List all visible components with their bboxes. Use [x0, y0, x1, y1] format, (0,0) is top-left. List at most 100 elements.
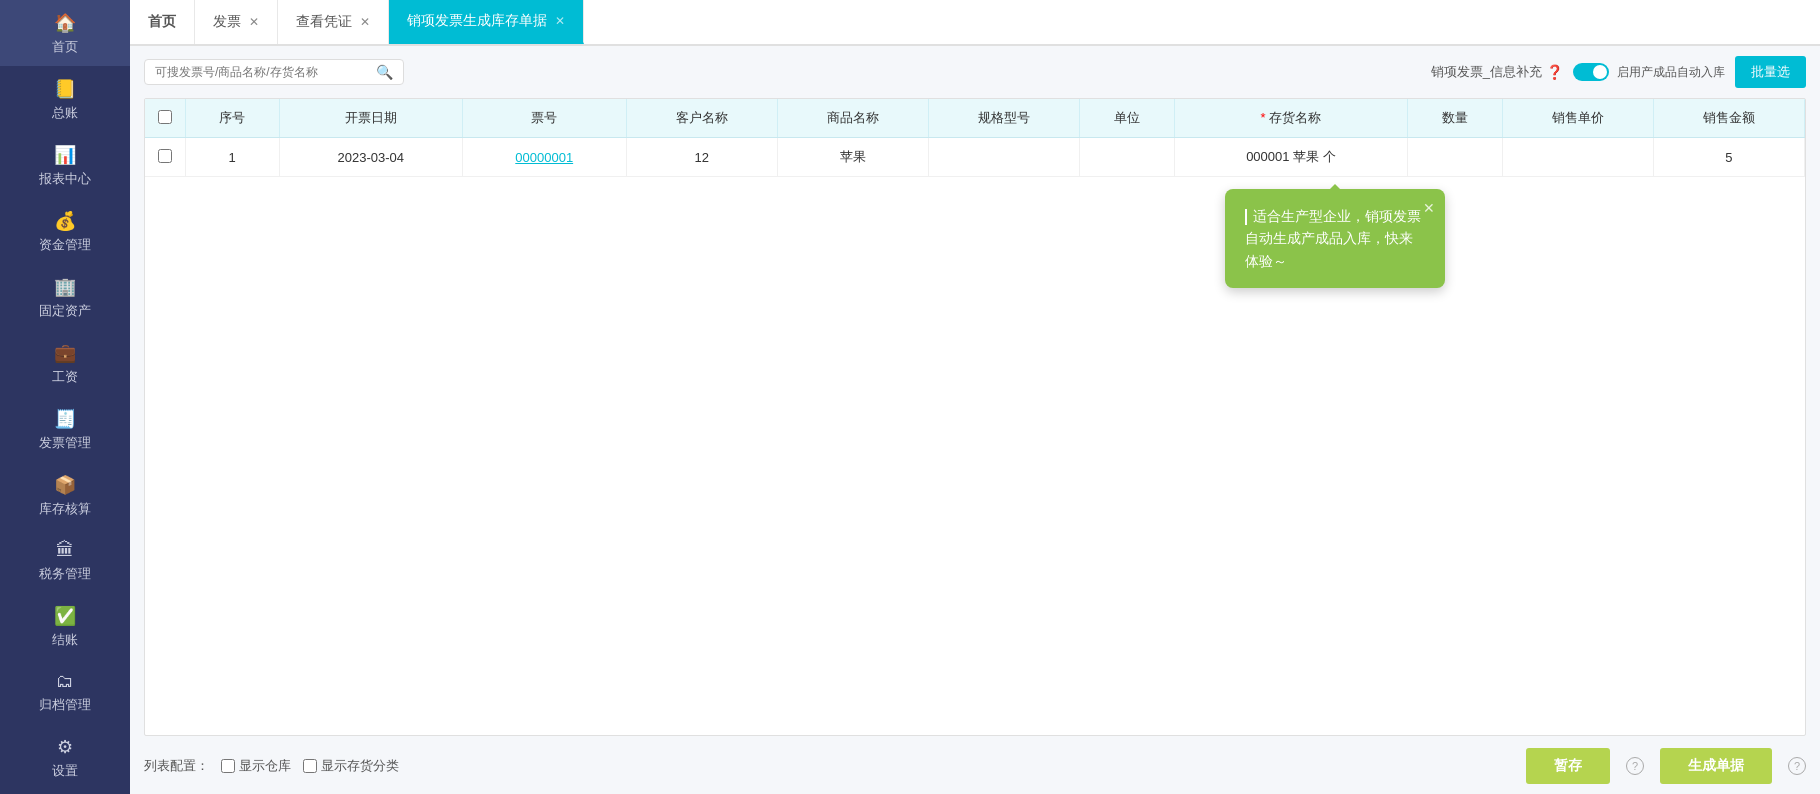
col-checkbox — [145, 99, 185, 138]
col-unit-price: 销售单价 — [1502, 99, 1653, 138]
row-customer: 12 — [626, 138, 777, 177]
funds-icon: 💰 — [54, 210, 76, 232]
row-checkbox[interactable] — [158, 149, 172, 163]
save-button[interactable]: 暂存 — [1526, 748, 1610, 784]
sidebar-item-closing[interactable]: ✅ 结账 — [0, 593, 130, 659]
inventory-icon: 📦 — [54, 474, 76, 496]
tooltip-cursor — [1245, 209, 1247, 225]
sidebar-item-tax[interactable]: 🏛 税务管理 — [0, 528, 130, 593]
list-config-label: 列表配置： — [144, 757, 209, 775]
row-amount: 5 — [1653, 138, 1804, 177]
save-help-icon[interactable]: ? — [1626, 757, 1644, 775]
data-table: 序号 开票日期 票号 客户名称 商品名称 规格型号 单位 * 存货名称 数量 销… — [145, 99, 1805, 177]
show-category-label[interactable]: 显示存货分类 — [303, 757, 399, 775]
info-label-text: 销项发票_信息补充 — [1431, 63, 1542, 81]
sidebar-item-fixed-assets[interactable]: 🏢 固定资产 — [0, 264, 130, 330]
auto-stock-toggle[interactable] — [1573, 63, 1609, 81]
sidebar-item-label: 归档管理 — [39, 696, 91, 714]
tab-sales-close[interactable]: ✕ — [555, 14, 565, 28]
tab-home[interactable]: 首页 — [130, 0, 195, 44]
show-category-checkbox[interactable] — [303, 759, 317, 773]
row-date: 2023-03-04 — [279, 138, 462, 177]
generate-help-icon[interactable]: ? — [1788, 757, 1806, 775]
sidebar-item-label: 报表中心 — [39, 170, 91, 188]
col-product: 商品名称 — [777, 99, 928, 138]
toggle-label: 启用产成品自动入库 — [1617, 64, 1725, 81]
content-area: 🔍 销项发票_信息补充 ❓ 启用产成品自动入库 批量选 — [130, 46, 1820, 794]
tooltip-text: 适合生产型企业，销项发票自动生成产成品入库，快来体验～ — [1245, 208, 1421, 269]
row-quantity — [1408, 138, 1502, 177]
batch-button[interactable]: 批量选 — [1735, 56, 1806, 88]
search-input[interactable] — [155, 65, 370, 79]
reports-icon: 📊 — [54, 144, 76, 166]
tab-sales[interactable]: 销项发票生成库存单据 ✕ — [389, 0, 584, 44]
search-icon: 🔍 — [376, 64, 393, 80]
tab-voucher-close[interactable]: ✕ — [360, 15, 370, 29]
show-warehouse-label[interactable]: 显示仓库 — [221, 757, 291, 775]
col-customer: 客户名称 — [626, 99, 777, 138]
col-spec: 规格型号 — [929, 99, 1080, 138]
top-controls: 🔍 销项发票_信息补充 ❓ 启用产成品自动入库 批量选 — [144, 56, 1806, 88]
show-category-text: 显示存货分类 — [321, 757, 399, 775]
info-label: 销项发票_信息补充 ❓ — [1431, 63, 1563, 81]
col-seq: 序号 — [185, 99, 279, 138]
sidebar-item-label: 结账 — [52, 631, 78, 649]
tab-voucher-label: 查看凭证 — [296, 13, 352, 31]
sidebar-item-reports[interactable]: 📊 报表中心 — [0, 132, 130, 198]
tooltip-close-icon[interactable]: ✕ — [1423, 197, 1435, 219]
tab-invoice-close[interactable]: ✕ — [249, 15, 259, 29]
tax-icon: 🏛 — [56, 540, 74, 561]
col-amount: 销售金额 — [1653, 99, 1804, 138]
list-config: 列表配置： 显示仓库 显示存货分类 — [144, 757, 399, 775]
generate-button[interactable]: 生成单据 — [1660, 748, 1772, 784]
sidebar-item-home[interactable]: 🏠 首页 — [0, 0, 130, 66]
tab-invoice[interactable]: 发票 ✕ — [195, 0, 278, 44]
ledger-icon: 📒 — [54, 78, 76, 100]
tab-home-label: 首页 — [148, 13, 176, 31]
sidebar-item-hr[interactable]: 💼 工资 — [0, 330, 130, 396]
tooltip-popup: ✕ 适合生产型企业，销项发票自动生成产成品入库，快来体验～ — [1225, 189, 1445, 288]
sidebar-item-archive[interactable]: 🗂 归档管理 — [0, 659, 130, 724]
sidebar-item-funds[interactable]: 💰 资金管理 — [0, 198, 130, 264]
sidebar-item-settings[interactable]: ⚙ 设置 — [0, 724, 130, 790]
sidebar-item-label: 总账 — [52, 104, 78, 122]
row-checkbox-cell — [145, 138, 185, 177]
sidebar-item-label: 税务管理 — [39, 565, 91, 583]
info-help-icon[interactable]: ❓ — [1546, 64, 1563, 80]
sidebar-item-label: 固定资产 — [39, 302, 91, 320]
row-spec — [929, 138, 1080, 177]
sidebar-item-label: 首页 — [52, 38, 78, 56]
archive-icon: 🗂 — [56, 671, 74, 692]
show-warehouse-checkbox[interactable] — [221, 759, 235, 773]
search-box[interactable]: 🔍 — [144, 59, 404, 85]
col-date: 开票日期 — [279, 99, 462, 138]
col-inventory: * 存货名称 — [1174, 99, 1408, 138]
settings-icon: ⚙ — [57, 736, 73, 758]
fixed-assets-icon: 🏢 — [54, 276, 76, 298]
col-number: 票号 — [462, 99, 626, 138]
sidebar-item-guide[interactable]: 🎯 新手引导 — [0, 790, 130, 794]
table-header-row: 序号 开票日期 票号 客户名称 商品名称 规格型号 单位 * 存货名称 数量 销… — [145, 99, 1805, 138]
row-unit — [1080, 138, 1174, 177]
col-quantity: 数量 — [1408, 99, 1502, 138]
row-seq: 1 — [185, 138, 279, 177]
invoice-mgmt-icon: 🧾 — [54, 408, 76, 430]
select-all-checkbox[interactable] — [158, 110, 172, 124]
row-number[interactable]: 00000001 — [462, 138, 626, 177]
show-warehouse-text: 显示仓库 — [239, 757, 291, 775]
bottom-bar: 列表配置： 显示仓库 显示存货分类 暂存 ? 生成单据 ? — [144, 736, 1806, 794]
sidebar-item-ledger[interactable]: 📒 总账 — [0, 66, 130, 132]
sidebar-item-label: 发票管理 — [39, 434, 91, 452]
tab-voucher[interactable]: 查看凭证 ✕ — [278, 0, 389, 44]
table-wrapper: 序号 开票日期 票号 客户名称 商品名称 规格型号 单位 * 存货名称 数量 销… — [144, 98, 1806, 736]
row-product: 苹果 — [777, 138, 928, 177]
table-row: 1 2023-03-04 00000001 12 苹果 000001 苹果 个 … — [145, 138, 1805, 177]
row-unit-price — [1502, 138, 1653, 177]
sidebar: 🏠 首页 📒 总账 📊 报表中心 💰 资金管理 🏢 固定资产 💼 工资 🧾 发票… — [0, 0, 130, 794]
sidebar-item-invoice-mgmt[interactable]: 🧾 发票管理 — [0, 396, 130, 462]
row-inventory[interactable]: 000001 苹果 个 — [1174, 138, 1408, 177]
sidebar-item-inventory[interactable]: 📦 库存核算 — [0, 462, 130, 528]
main-area: 首页 发票 ✕ 查看凭证 ✕ 销项发票生成库存单据 ✕ 🔍 销项发票_信息补充 … — [130, 0, 1820, 794]
tab-bar: 首页 发票 ✕ 查看凭证 ✕ 销项发票生成库存单据 ✕ — [130, 0, 1820, 46]
tab-sales-label: 销项发票生成库存单据 — [407, 12, 547, 30]
